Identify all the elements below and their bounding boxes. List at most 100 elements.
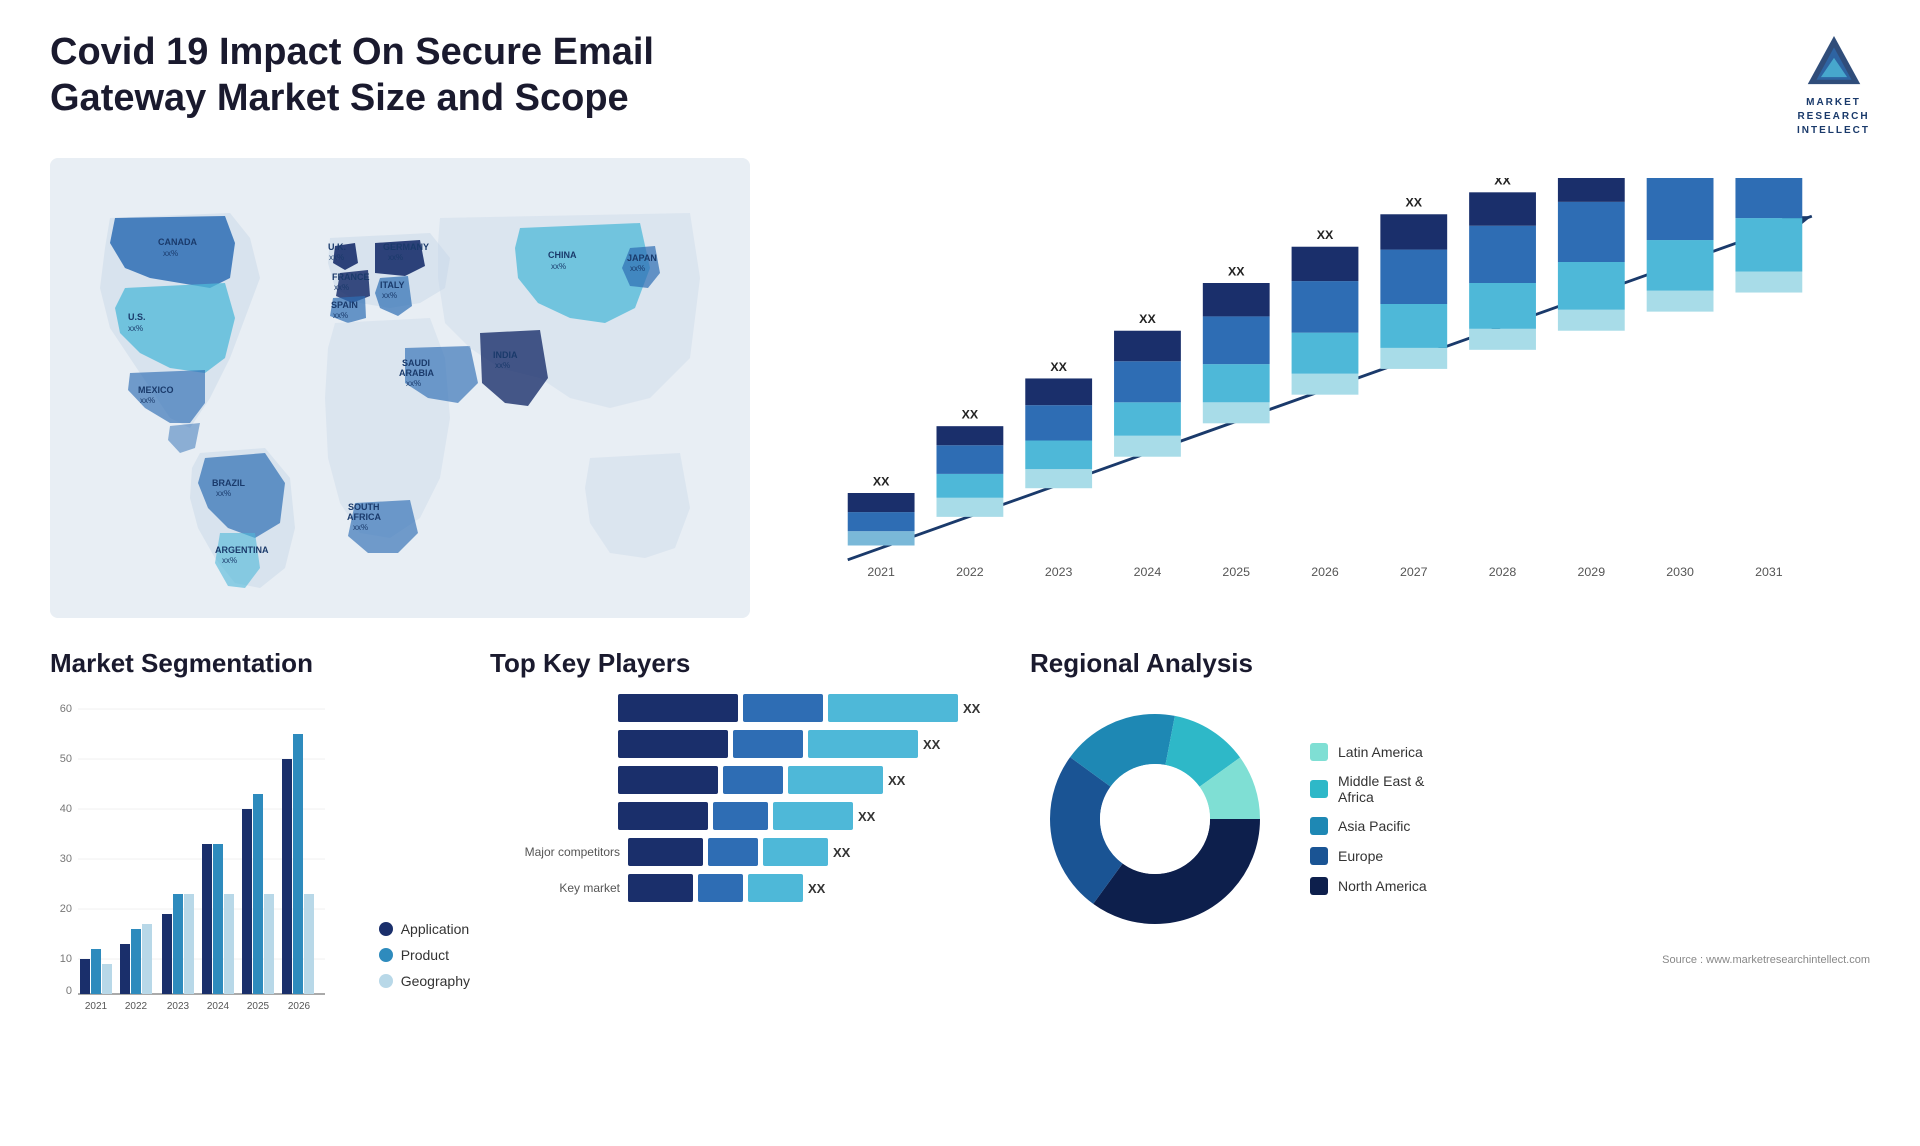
svg-text:2024: 2024	[207, 1001, 230, 1012]
player-row-2: XX	[490, 730, 1010, 758]
svg-text:xx%: xx%	[406, 379, 421, 388]
legend-dot-product	[379, 948, 393, 962]
svg-text:MEXICO: MEXICO	[138, 385, 174, 395]
svg-text:xx%: xx%	[495, 361, 510, 370]
regional-color-latin-america	[1310, 743, 1328, 761]
top-section: CANADA xx% U.S. xx% MEXICO xx% BRAZIL xx…	[50, 158, 1870, 618]
key-players-title: Top Key Players	[490, 648, 1010, 679]
svg-text:60: 60	[60, 703, 72, 715]
player-bar-dark-4	[618, 802, 708, 830]
player-bar-mid-6	[698, 874, 743, 902]
svg-text:40: 40	[60, 803, 72, 815]
bar-chart-svg: XX 2021 XX 2022	[800, 178, 1850, 598]
svg-text:2031: 2031	[1755, 565, 1783, 579]
regional-legend-middle-east: Middle East &Africa	[1310, 773, 1427, 805]
legend-item-product: Product	[379, 947, 470, 963]
legend-item-geography: Geography	[379, 973, 470, 989]
legend-item-application: Application	[379, 921, 470, 937]
player-bar-light-3	[788, 766, 883, 794]
svg-text:BRAZIL: BRAZIL	[212, 478, 245, 488]
player-bar-mid-5	[708, 838, 758, 866]
key-players: Top Key Players XX	[490, 648, 1010, 1068]
svg-text:xx%: xx%	[140, 396, 155, 405]
svg-text:U.S.: U.S.	[128, 312, 146, 322]
svg-text:2026: 2026	[1311, 565, 1339, 579]
svg-text:XX: XX	[1494, 178, 1511, 188]
svg-text:xx%: xx%	[163, 249, 178, 258]
player-xx-6: XX	[808, 881, 825, 896]
player-bar-mid-1	[743, 694, 823, 722]
player-label-5: Major competitors	[490, 845, 620, 859]
regional-label-north-america: North America	[1338, 878, 1427, 894]
svg-text:CANADA: CANADA	[158, 237, 197, 247]
player-label-6: Key market	[490, 881, 620, 895]
svg-text:0: 0	[66, 985, 72, 997]
svg-text:2022: 2022	[956, 565, 984, 579]
svg-text:U.K.: U.K.	[328, 242, 346, 252]
regional-color-europe	[1310, 847, 1328, 865]
regional-color-north-america	[1310, 877, 1328, 895]
svg-text:xx%: xx%	[128, 324, 143, 333]
player-bar-light-2	[808, 730, 918, 758]
player-xx-1: XX	[963, 701, 980, 716]
regional-content: Latin America Middle East &Africa Asia P…	[1030, 694, 1870, 944]
segmentation-title: Market Segmentation	[50, 648, 470, 679]
svg-text:SOUTH: SOUTH	[348, 502, 380, 512]
regional-legend-asia-pacific: Asia Pacific	[1310, 817, 1427, 835]
source-text: Source : www.marketresearchintellect.com	[1030, 954, 1870, 966]
regional-label-latin-america: Latin America	[1338, 744, 1423, 760]
player-bar-wrap-1: XX	[618, 694, 980, 722]
legend-label-product: Product	[401, 947, 449, 963]
player-row-6: Key market XX	[490, 874, 1010, 902]
donut-svg	[1030, 694, 1280, 944]
svg-text:XX: XX	[1139, 312, 1156, 326]
svg-text:xx%: xx%	[333, 311, 348, 320]
legend-label-geography: Geography	[401, 973, 470, 989]
regional-legend-europe: Europe	[1310, 847, 1427, 865]
players-chart: XX XX	[490, 694, 1010, 902]
svg-text:AFRICA: AFRICA	[347, 512, 381, 522]
bar-chart-area: XX 2021 XX 2022	[800, 178, 1850, 598]
regional-label-asia-pacific: Asia Pacific	[1338, 818, 1410, 834]
svg-text:2023: 2023	[1045, 565, 1073, 579]
player-bar-light-4	[773, 802, 853, 830]
player-xx-4: XX	[858, 809, 875, 824]
svg-text:2021: 2021	[867, 565, 895, 579]
svg-text:xx%: xx%	[329, 253, 344, 262]
page-container: Covid 19 Impact On Secure Email Gateway …	[0, 0, 1920, 1146]
svg-text:2030: 2030	[1666, 565, 1694, 579]
svg-text:XX: XX	[1406, 196, 1423, 210]
player-bar-light-1	[828, 694, 958, 722]
logo-area: MARKETRESEARCHINTELLECT	[1797, 30, 1870, 138]
regional-color-asia-pacific	[1310, 817, 1328, 835]
legend-dot-geography	[379, 974, 393, 988]
legend-label-application: Application	[401, 921, 470, 937]
player-bar-mid-3	[723, 766, 783, 794]
player-xx-5: XX	[833, 845, 850, 860]
regional-analysis: Regional Analysis	[1030, 648, 1870, 1068]
svg-text:XX: XX	[1228, 264, 1245, 278]
player-bar-light-6	[748, 874, 803, 902]
donut-chart	[1030, 694, 1280, 944]
seg-chart-svg: 60 50 40 30 20 10 0	[50, 694, 330, 1014]
svg-text:xx%: xx%	[551, 262, 566, 271]
svg-text:XX: XX	[1317, 228, 1334, 242]
svg-text:2027: 2027	[1400, 565, 1428, 579]
player-row-5: Major competitors XX	[490, 838, 1010, 866]
regional-legend: Latin America Middle East &Africa Asia P…	[1310, 743, 1427, 895]
page-title: Covid 19 Impact On Secure Email Gateway …	[50, 30, 750, 121]
regional-color-middle-east	[1310, 780, 1328, 798]
svg-text:SPAIN: SPAIN	[331, 300, 358, 310]
svg-text:xx%: xx%	[216, 489, 231, 498]
svg-text:10: 10	[60, 953, 72, 965]
svg-text:xx%: xx%	[334, 283, 349, 292]
svg-text:xx%: xx%	[630, 264, 645, 273]
header: Covid 19 Impact On Secure Email Gateway …	[50, 30, 1870, 138]
regional-title: Regional Analysis	[1030, 648, 1870, 679]
logo-icon	[1799, 30, 1869, 90]
svg-text:xx%: xx%	[222, 556, 237, 565]
svg-text:2028: 2028	[1489, 565, 1517, 579]
svg-text:2024: 2024	[1134, 565, 1162, 579]
logo-text: MARKETRESEARCHINTELLECT	[1797, 96, 1870, 138]
svg-text:XX: XX	[1050, 360, 1067, 374]
